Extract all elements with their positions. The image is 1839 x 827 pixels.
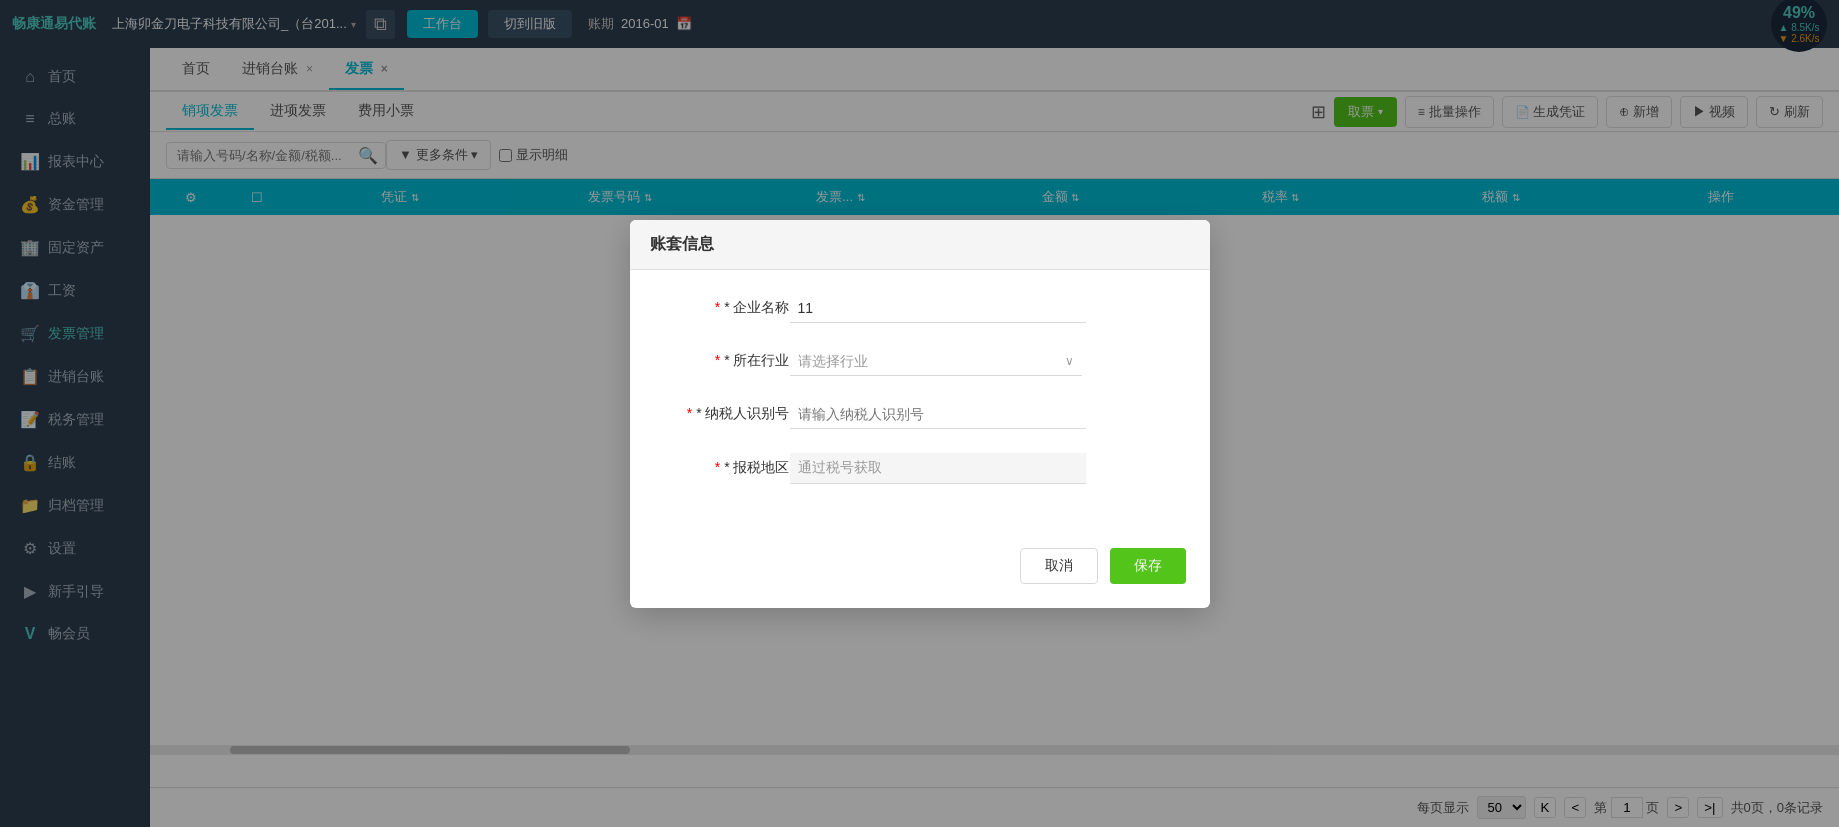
industry-select[interactable]: 请选择行业 xyxy=(790,347,1082,375)
tax-id-label: ** 纳税人识别号 xyxy=(670,405,790,423)
tax-id-row: ** 纳税人识别号 xyxy=(670,400,1170,429)
tax-region-row: ** 报税地区 通过税号获取 xyxy=(670,453,1170,484)
modal-overlay[interactable]: 账套信息 ** 企业名称 ** 所在行业 请选择行业 ∨ xyxy=(0,0,1839,827)
account-info-dialog: 账套信息 ** 企业名称 ** 所在行业 请选择行业 ∨ xyxy=(630,220,1210,608)
company-name-input[interactable] xyxy=(790,294,1086,323)
dialog-body: ** 企业名称 ** 所在行业 请选择行业 ∨ xyxy=(630,270,1210,532)
dialog-title: 账套信息 xyxy=(630,220,1210,270)
save-button[interactable]: 保存 xyxy=(1110,548,1186,584)
dialog-footer: 取消 保存 xyxy=(630,532,1210,608)
company-name-row: ** 企业名称 xyxy=(670,294,1170,323)
industry-dropdown-arrow: ∨ xyxy=(1065,354,1074,368)
tax-id-input[interactable] xyxy=(790,400,1086,429)
industry-row: ** 所在行业 请选择行业 ∨ xyxy=(670,347,1170,376)
cancel-button[interactable]: 取消 xyxy=(1020,548,1098,584)
tax-region-label: ** 报税地区 xyxy=(670,459,790,477)
industry-select-wrapper: 请选择行业 ∨ xyxy=(790,347,1082,376)
company-name-label: ** 企业名称 xyxy=(670,299,790,317)
industry-label: ** 所在行业 xyxy=(670,352,790,370)
tax-region-display: 通过税号获取 xyxy=(790,453,1086,484)
